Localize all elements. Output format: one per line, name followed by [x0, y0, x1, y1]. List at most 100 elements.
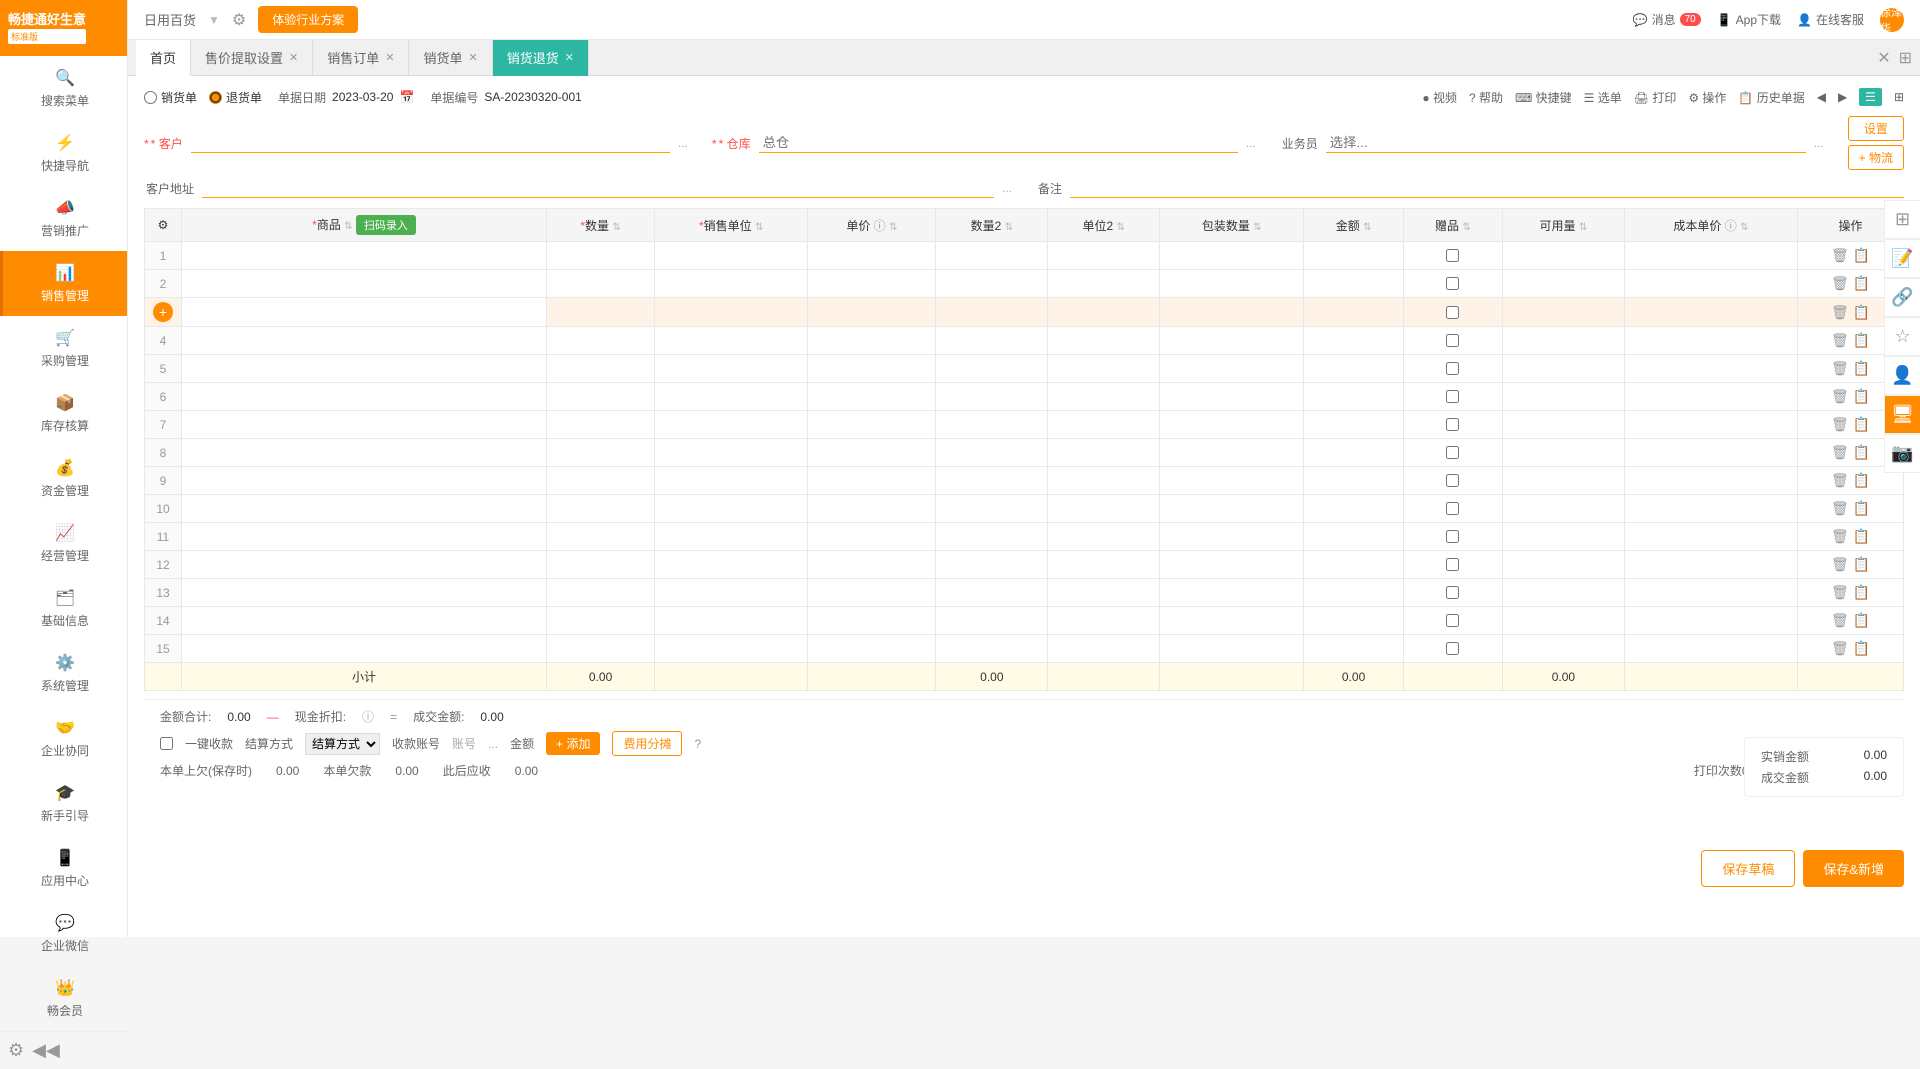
row-amount-cell[interactable]	[1304, 523, 1403, 551]
user-profile-item[interactable]: 徐泽华	[1880, 8, 1904, 32]
row-amount-cell[interactable]	[1304, 242, 1403, 270]
row-amount-cell[interactable]	[1304, 298, 1403, 327]
float-person-btn[interactable]: 👤	[1884, 356, 1920, 395]
float-screen-btn[interactable]: 🖥	[1884, 395, 1920, 434]
row-quantity-cell[interactable]	[547, 467, 655, 495]
row-unit-price-cell[interactable]	[808, 411, 936, 439]
copy-row-button[interactable]: 📋	[1853, 304, 1870, 321]
sidebar-item-apps[interactable]: 📱 应用中心	[0, 836, 127, 901]
float-star-btn[interactable]: ☆	[1884, 317, 1920, 356]
sort-amount-icon[interactable]: ⇅	[1363, 222, 1371, 233]
row-product-cell[interactable]	[182, 383, 547, 411]
row-sales-unit-cell[interactable]	[655, 327, 808, 355]
trial-button[interactable]: 体验行业方案	[258, 6, 358, 33]
row-qty2-cell[interactable]	[936, 411, 1048, 439]
row-quantity-cell[interactable]	[547, 635, 655, 663]
delete-row-button[interactable]: 🗑	[1831, 584, 1849, 601]
row-unit2-cell[interactable]	[1048, 298, 1160, 327]
account-dots[interactable]: 账号	[452, 735, 476, 752]
sort-cost-icon[interactable]: ⇅	[1740, 222, 1748, 233]
notes-input[interactable]	[1070, 178, 1904, 198]
row-available-cell[interactable]	[1502, 467, 1624, 495]
copy-row-button[interactable]: 📋	[1853, 275, 1870, 292]
row-product-cell[interactable]	[182, 355, 547, 383]
sort-qty2-icon[interactable]: ⇅	[1005, 222, 1013, 233]
row-available-cell[interactable]	[1502, 523, 1624, 551]
row-gift-cell[interactable]	[1403, 607, 1502, 635]
row-available-cell[interactable]	[1502, 355, 1624, 383]
row-sales-unit-cell[interactable]	[655, 298, 808, 327]
row-cost-price-cell[interactable]	[1624, 635, 1797, 663]
tab-sales-order[interactable]: 销售订单 ✕	[313, 40, 409, 76]
sort-qty-icon[interactable]: ⇅	[612, 222, 620, 233]
row-gift-cell[interactable]	[1403, 579, 1502, 607]
row-sales-unit-cell[interactable]	[655, 411, 808, 439]
row-sales-unit-cell[interactable]	[655, 579, 808, 607]
gift-checkbox[interactable]	[1446, 418, 1459, 431]
row-pack-qty-cell[interactable]	[1160, 411, 1304, 439]
row-available-cell[interactable]	[1502, 411, 1624, 439]
fee-split-button[interactable]: 费用分摊	[612, 731, 682, 756]
toolbar-history[interactable]: 📋 历史单据	[1738, 89, 1804, 106]
row-available-cell[interactable]	[1502, 270, 1624, 298]
row-qty2-cell[interactable]	[936, 607, 1048, 635]
row-cost-price-cell[interactable]	[1624, 242, 1797, 270]
row-pack-qty-cell[interactable]	[1160, 439, 1304, 467]
row-unit2-cell[interactable]	[1048, 495, 1160, 523]
row-unit-price-cell[interactable]	[808, 467, 936, 495]
delete-row-button[interactable]: 🗑	[1831, 612, 1849, 629]
row-quantity-cell[interactable]	[547, 523, 655, 551]
row-product-cell[interactable]	[182, 298, 547, 327]
row-gift-cell[interactable]	[1403, 467, 1502, 495]
calendar-icon[interactable]: 📅	[399, 90, 414, 104]
row-cost-price-cell[interactable]	[1624, 411, 1797, 439]
row-available-cell[interactable]	[1502, 635, 1624, 663]
tab-sales-order-close[interactable]: ✕	[385, 51, 394, 64]
sort-pack-icon[interactable]: ⇅	[1253, 222, 1261, 233]
row-quantity-cell[interactable]	[547, 495, 655, 523]
sidebar-item-marketing[interactable]: 📣 营销推广	[0, 186, 127, 251]
row-unit-price-cell[interactable]	[808, 607, 936, 635]
settlement-select[interactable]: 结算方式	[305, 733, 380, 755]
row-unit2-cell[interactable]	[1048, 439, 1160, 467]
row-pack-qty-cell[interactable]	[1160, 579, 1304, 607]
address-input[interactable]	[202, 178, 994, 198]
tab-sales-return-close[interactable]: ✕	[565, 51, 574, 64]
row-quantity-cell[interactable]	[547, 270, 655, 298]
row-unit2-cell[interactable]	[1048, 383, 1160, 411]
row-product-cell[interactable]	[182, 411, 547, 439]
delete-row-button[interactable]: 🗑	[1831, 332, 1849, 349]
row-product-cell[interactable]	[182, 579, 547, 607]
sidebar-item-finance[interactable]: 💰 资金管理	[0, 446, 127, 511]
row-pack-qty-cell[interactable]	[1160, 523, 1304, 551]
row-pack-qty-cell[interactable]	[1160, 635, 1304, 663]
toolbar-print[interactable]: 🖨 打印	[1634, 89, 1677, 106]
gift-checkbox[interactable]	[1446, 558, 1459, 571]
row-available-cell[interactable]	[1502, 579, 1624, 607]
app-download-item[interactable]: 📱 App下载	[1717, 11, 1781, 28]
collapse-icon[interactable]: ◀◀	[32, 1040, 60, 1061]
row-product-cell[interactable]	[182, 270, 547, 298]
tab-sales-return[interactable]: 销货退货 ✕	[493, 40, 589, 76]
row-sales-unit-cell[interactable]	[655, 523, 808, 551]
row-unit-price-cell[interactable]	[808, 355, 936, 383]
row-quantity-cell[interactable]	[547, 579, 655, 607]
row-unit2-cell[interactable]	[1048, 467, 1160, 495]
row-unit-price-cell[interactable]	[808, 439, 936, 467]
online-service-item[interactable]: 👤 在线客服	[1797, 11, 1864, 28]
row-cost-price-cell[interactable]	[1624, 383, 1797, 411]
copy-row-button[interactable]: 📋	[1853, 388, 1870, 405]
row-cost-price-cell[interactable]	[1624, 495, 1797, 523]
sidebar-item-shortcuts[interactable]: ⚡ 快捷导航	[0, 121, 127, 186]
row-unit-price-cell[interactable]	[808, 298, 936, 327]
row-cost-price-cell[interactable]	[1624, 355, 1797, 383]
row-product-cell[interactable]	[182, 242, 547, 270]
row-qty2-cell[interactable]	[936, 579, 1048, 607]
row-qty2-cell[interactable]	[936, 327, 1048, 355]
toolbar-prev[interactable]: ◀	[1817, 90, 1826, 104]
sidebar-item-sales[interactable]: 📊 销售管理	[0, 251, 127, 316]
row-qty2-cell[interactable]	[936, 551, 1048, 579]
copy-row-button[interactable]: 📋	[1853, 247, 1870, 264]
row-sales-unit-cell[interactable]	[655, 355, 808, 383]
row-amount-cell[interactable]	[1304, 607, 1403, 635]
